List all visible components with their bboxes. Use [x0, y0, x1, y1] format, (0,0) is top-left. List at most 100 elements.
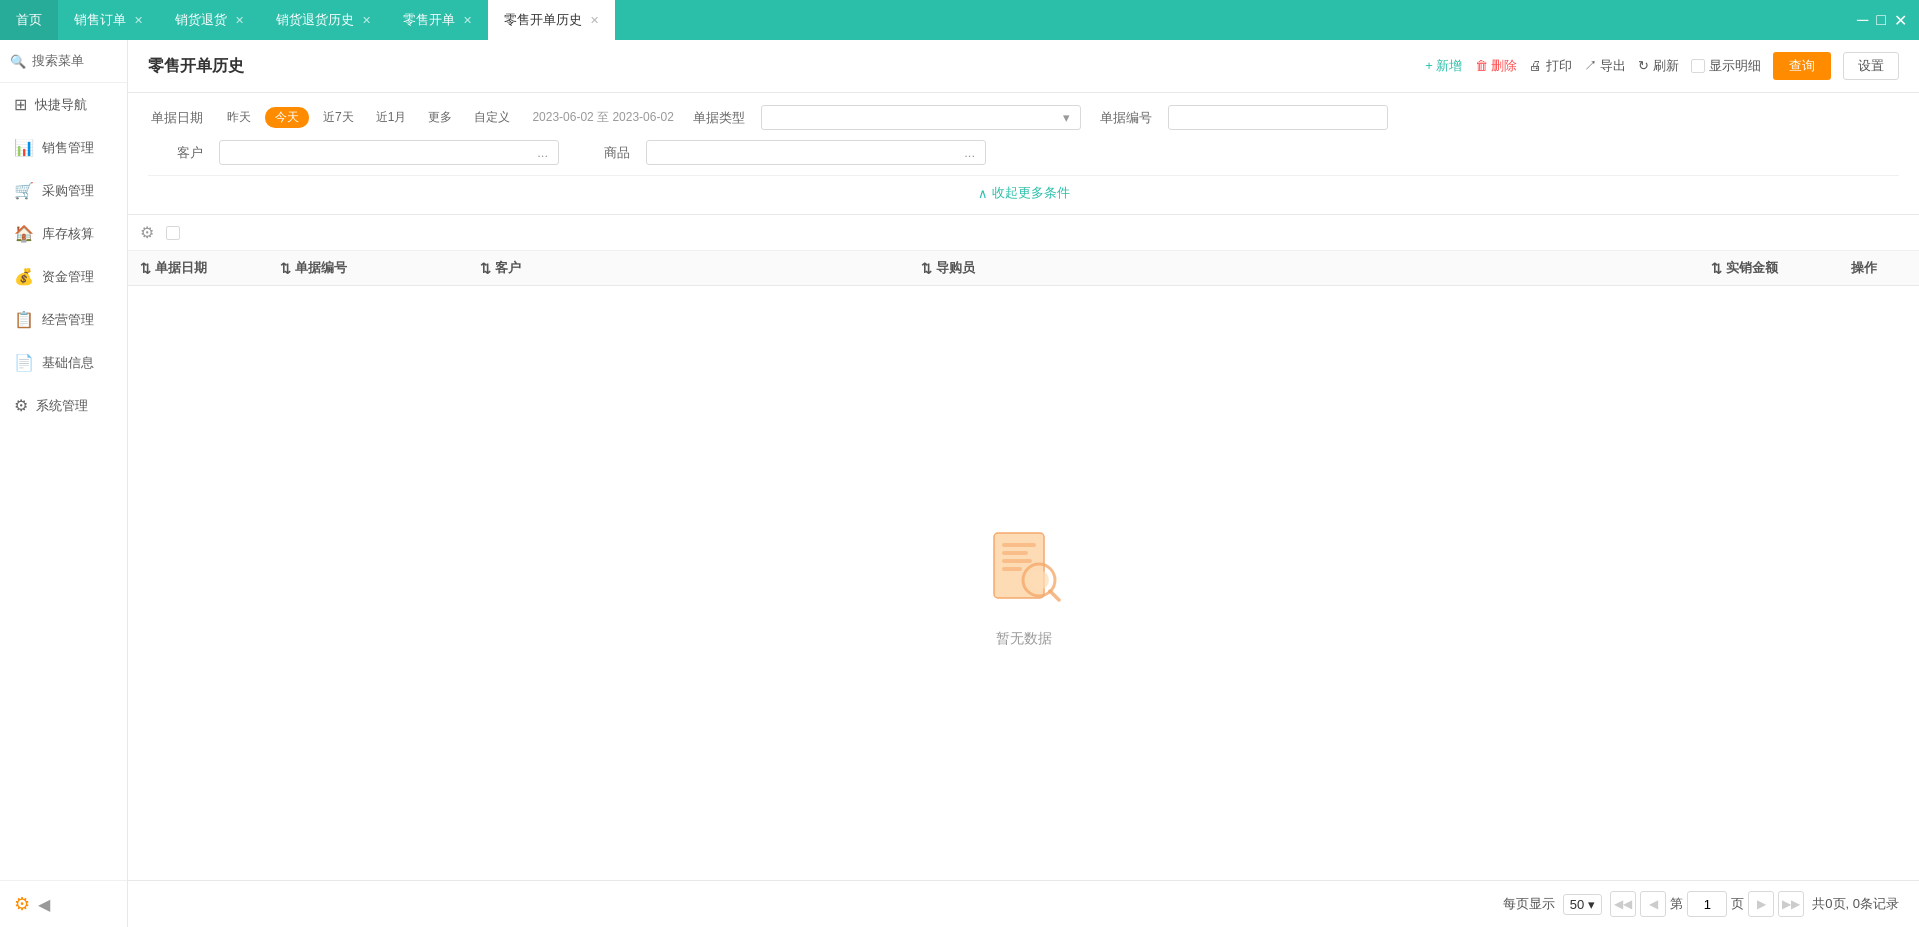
display-cols-checkbox[interactable]: 显示明细 [1691, 57, 1761, 75]
date-btn-1month[interactable]: 近1月 [368, 107, 415, 128]
page-suffix: 页 [1731, 895, 1744, 913]
empty-state: 暂无数据 [128, 286, 1919, 880]
date-btn-today[interactable]: 今天 [265, 107, 309, 128]
sidebar-item-operations-mgmt[interactable]: 📋 经营管理 [0, 298, 127, 341]
sidebar: 🔍 搜索菜单 ⊞ 快捷导航 📊 销售管理 🛒 采购管理 🏠 库存核算 💰 资金管… [0, 40, 128, 927]
customer-label: 客户 [148, 144, 203, 162]
display-cols-check-box [1691, 59, 1705, 73]
page-nav: ◀◀ ◀ 第 页 ▶ ▶▶ [1610, 891, 1804, 917]
per-page-value: 50 [1570, 897, 1584, 912]
filter-area: 单据日期 昨天 今天 近7天 近1月 更多 自定义 2023-06-02 至 2… [128, 93, 1919, 215]
sidebar-collapse-icon[interactable]: ◀ [38, 895, 50, 914]
sidebar-item-sales-mgmt[interactable]: 📊 销售管理 [0, 126, 127, 169]
col-header-salesperson[interactable]: ⇅ 导购员 [909, 259, 1049, 277]
sidebar-settings-icon[interactable]: ⚙ [14, 893, 30, 915]
sidebar-search[interactable]: 🔍 搜索菜单 [0, 40, 127, 83]
date-btn-more[interactable]: 更多 [420, 107, 460, 128]
date-range-display: 2023-06-02 至 2023-06-02 [532, 109, 673, 126]
bill-type-arrow-icon: ▾ [1063, 110, 1070, 125]
sidebar-item-sales-mgmt-label: 销售管理 [42, 139, 94, 157]
first-page-button[interactable]: ◀◀ [1610, 891, 1636, 917]
svg-rect-1 [1002, 543, 1036, 547]
sidebar-item-basic-info[interactable]: 📄 基础信息 [0, 341, 127, 384]
window-close-button[interactable]: ✕ [1894, 11, 1907, 30]
table-settings-icon[interactable]: ⚙ [140, 223, 154, 242]
col-header-billno[interactable]: ⇅ 单据编号 [268, 259, 468, 277]
print-button[interactable]: 🖨 打印 [1529, 57, 1572, 75]
sort-billno-icon: ⇅ [280, 261, 291, 276]
customer-input[interactable]: ... [219, 140, 559, 165]
customer-dots-icon: ... [537, 145, 548, 160]
tab-retail-open-history[interactable]: 零售开单历史 ✕ [488, 0, 615, 40]
svg-rect-3 [1002, 559, 1032, 563]
page-header: 零售开单历史 + 新增 🗑 删除 🖨 打印 ↗ 导出 ↻ 刷新 显示明细 查询 … [128, 40, 1919, 93]
tab-sales-return-history-close[interactable]: ✕ [362, 14, 371, 27]
bill-type-select[interactable]: ▾ [761, 105, 1081, 130]
window-min-button[interactable]: ─ [1857, 11, 1868, 29]
sidebar-item-finance-mgmt-label: 资金管理 [42, 268, 94, 286]
table-select-all-checkbox[interactable] [166, 226, 180, 240]
tab-sales-return-close[interactable]: ✕ [235, 14, 244, 27]
tab-sales-order[interactable]: 销售订单 ✕ [58, 0, 159, 40]
basic-info-icon: 📄 [14, 353, 34, 372]
tab-sales-return-history[interactable]: 销货退货历史 ✕ [260, 0, 387, 40]
header-actions: + 新增 🗑 删除 🖨 打印 ↗ 导出 ↻ 刷新 显示明细 查询 设置 [1425, 52, 1899, 80]
empty-text: 暂无数据 [996, 630, 1052, 648]
sort-customer-icon: ⇅ [480, 261, 491, 276]
collapse-more-icon: ∧ [978, 186, 988, 201]
sidebar-item-system-mgmt-label: 系统管理 [36, 397, 88, 415]
main-layout: 🔍 搜索菜单 ⊞ 快捷导航 📊 销售管理 🛒 采购管理 🏠 库存核算 💰 资金管… [0, 40, 1919, 927]
tab-retail-open-close[interactable]: ✕ [463, 14, 472, 27]
query-button[interactable]: 查询 [1773, 52, 1831, 80]
sidebar-item-purchase-mgmt-label: 采购管理 [42, 182, 94, 200]
tab-sales-return[interactable]: 销货退货 ✕ [159, 0, 260, 40]
collapse-more-btn[interactable]: ∧ 收起更多条件 [148, 175, 1899, 202]
page-number-input[interactable] [1687, 891, 1727, 917]
sidebar-item-quick-nav[interactable]: ⊞ 快捷导航 [0, 83, 127, 126]
sidebar-search-label: 搜索菜单 [32, 52, 84, 70]
svg-rect-2 [1002, 551, 1028, 555]
per-page-select[interactable]: 50 ▾ [1563, 894, 1602, 915]
pagination: 每页显示 50 ▾ ◀◀ ◀ 第 页 ▶ ▶▶ 共0页, 0条记录 [128, 880, 1919, 927]
bill-type-label: 单据类型 [690, 109, 745, 127]
sidebar-item-purchase-mgmt[interactable]: 🛒 采购管理 [0, 169, 127, 212]
tab-sales-order-close[interactable]: ✕ [134, 14, 143, 27]
date-btn-yesterday[interactable]: 昨天 [219, 107, 259, 128]
date-options: 昨天 今天 近7天 近1月 更多 自定义 2023-06-02 至 2023-0… [219, 107, 674, 128]
col-header-customer[interactable]: ⇅ 客户 [468, 259, 909, 277]
collapse-more-label: 收起更多条件 [992, 184, 1070, 202]
tab-list: 首页 销售订单 ✕ 销货退货 ✕ 销货退货历史 ✕ 零售开单 ✕ 零售开单历史 … [0, 0, 1857, 40]
settings-button[interactable]: 设置 [1843, 52, 1899, 80]
prev-page-button[interactable]: ◀ [1640, 891, 1666, 917]
tab-retail-open[interactable]: 零售开单 ✕ [387, 0, 488, 40]
tab-retail-open-history-close[interactable]: ✕ [590, 14, 599, 27]
delete-button[interactable]: 🗑 删除 [1475, 57, 1518, 75]
col-header-amount[interactable]: ⇅ 实销金额 [1699, 259, 1839, 277]
window-controls: ─ □ ✕ [1857, 11, 1919, 30]
bill-no-label: 单据编号 [1097, 109, 1152, 127]
date-btn-7days[interactable]: 近7天 [315, 107, 362, 128]
date-btn-custom[interactable]: 自定义 [466, 107, 518, 128]
col-header-date[interactable]: ⇅ 单据日期 [128, 259, 268, 277]
sidebar-bottom: ⚙ ◀ [0, 880, 127, 927]
next-page-button[interactable]: ▶ [1748, 891, 1774, 917]
sidebar-item-finance-mgmt[interactable]: 💰 资金管理 [0, 255, 127, 298]
window-max-button[interactable]: □ [1876, 11, 1886, 29]
purchase-mgmt-icon: 🛒 [14, 181, 34, 200]
sort-amount-icon: ⇅ [1711, 261, 1722, 276]
bill-no-input[interactable] [1168, 105, 1388, 130]
refresh-button[interactable]: ↻ 刷新 [1638, 57, 1679, 75]
last-page-button[interactable]: ▶▶ [1778, 891, 1804, 917]
inventory-icon: 🏠 [14, 224, 34, 243]
per-page-arrow-icon: ▾ [1588, 897, 1595, 912]
sidebar-item-basic-info-label: 基础信息 [42, 354, 94, 372]
product-input[interactable]: ... [646, 140, 986, 165]
filter-row-2: 客户 ... 商品 ... [148, 140, 1899, 165]
new-button[interactable]: + 新增 [1425, 57, 1462, 75]
sidebar-item-system-mgmt[interactable]: ⚙ 系统管理 [0, 384, 127, 427]
sidebar-item-operations-mgmt-label: 经营管理 [42, 311, 94, 329]
sidebar-item-inventory[interactable]: 🏠 库存核算 [0, 212, 127, 255]
page-label: 第 [1670, 895, 1683, 913]
tab-home[interactable]: 首页 [0, 0, 58, 40]
export-button[interactable]: ↗ 导出 [1584, 57, 1627, 75]
